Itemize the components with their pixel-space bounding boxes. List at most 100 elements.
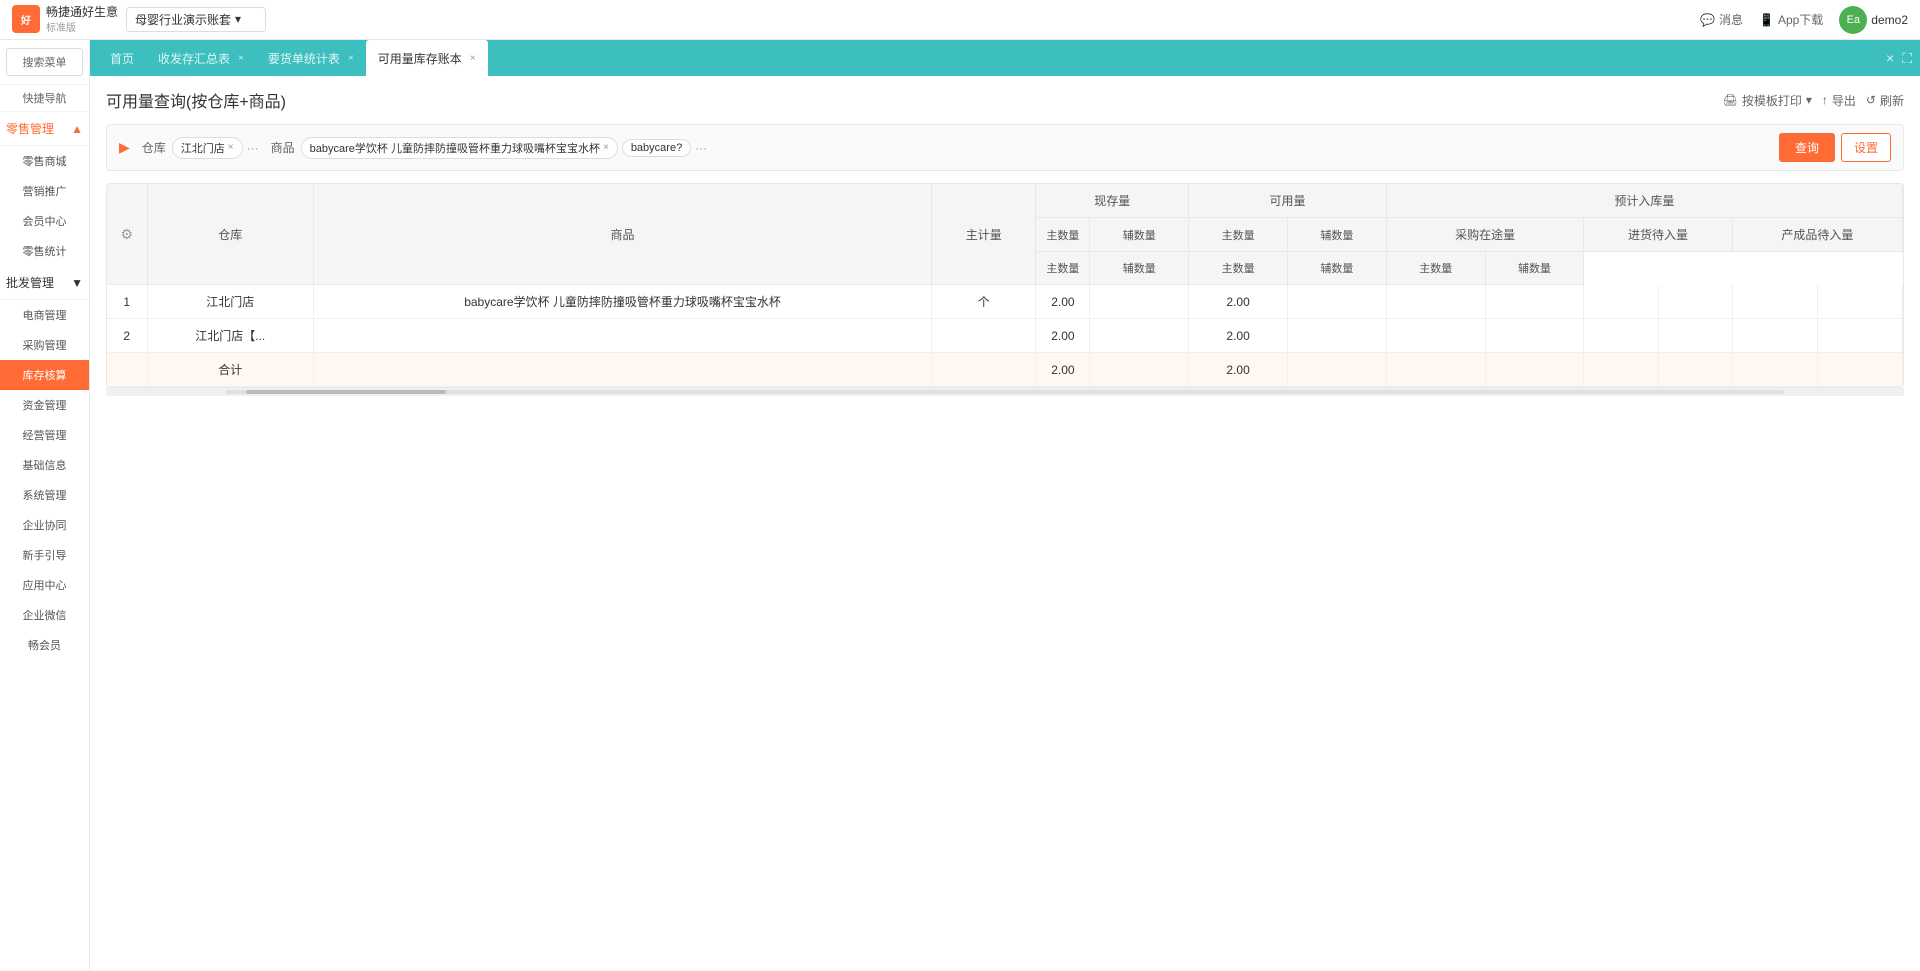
th-stock-main: 主数量: [1036, 218, 1090, 252]
horizontal-scrollbar[interactable]: [106, 388, 1904, 396]
tab-home[interactable]: 首页: [98, 40, 146, 76]
avatar: Ea: [1839, 6, 1867, 34]
warehouse-tag-close[interactable]: ×: [228, 142, 234, 153]
sidebar-item-finance[interactable]: 资金管理: [0, 390, 89, 420]
tab-fullscreen-icon[interactable]: ⛶: [1902, 50, 1912, 67]
warehouse-tag-text: 江北门店: [181, 140, 225, 156]
wholesale-arrow: ▼: [71, 276, 83, 290]
product-tags: babycare学饮杯 儿童防摔防撞吸管杯重力球吸嘴杯宝宝水杯 × babyca…: [301, 137, 708, 159]
template-print-btn[interactable]: 🖨 按模板打印 ▾: [1723, 92, 1812, 109]
message-btn[interactable]: 💬 消息: [1700, 11, 1743, 28]
tab-order-stats[interactable]: 要货单统计表 ×: [256, 40, 366, 76]
product-tag-babycare2: babycare?: [622, 139, 691, 157]
app-download-btn[interactable]: 📱 App下载: [1759, 11, 1823, 28]
tab-receive-pay[interactable]: 收发存汇总表 ×: [146, 40, 256, 76]
row2-prod-main: [1732, 319, 1817, 353]
row1-pur-aux: [1485, 285, 1584, 319]
export-label: 导出: [1832, 92, 1856, 109]
footer-inc-main: [1584, 353, 1658, 387]
th-product: 商品: [314, 184, 932, 285]
sidebar-quick-nav[interactable]: 快捷导航: [0, 85, 89, 112]
tab-bar: 首页 收发存汇总表 × 要货单统计表 × 可用量库存账本 × × ⛶: [90, 40, 1920, 76]
filter-expand-btn[interactable]: ▶: [119, 139, 130, 156]
tab-close-all-icon[interactable]: ×: [1886, 50, 1894, 66]
row2-prod-aux: [1817, 319, 1902, 353]
sidebar-item-ecommerce[interactable]: 电商管理: [0, 300, 89, 330]
sidebar-item-enterprise[interactable]: 企业协同: [0, 510, 89, 540]
tab-receive-pay-close[interactable]: ×: [238, 53, 244, 64]
top-bar-left: 好 畅捷通好生意 标准版 母婴行业演示账套 ▾: [12, 5, 266, 34]
search-menu-btn[interactable]: 搜索菜单: [6, 48, 83, 76]
footer-empty-1: [107, 353, 147, 387]
setting-button[interactable]: 设置: [1841, 133, 1891, 162]
logo-icon: 好: [12, 5, 40, 33]
download-icon: 📱: [1759, 13, 1774, 27]
row2-warehouse: 江北门店【...: [147, 319, 314, 353]
th-incoming-aux: 辅数量: [1288, 252, 1387, 285]
sidebar-item-basic[interactable]: 基础信息: [0, 450, 89, 480]
top-bar-right: 💬 消息 📱 App下载 Ea demo2: [1700, 6, 1908, 34]
tab-available-inventory-close[interactable]: ×: [470, 53, 476, 64]
sidebar-item-inventory[interactable]: 库存核算: [0, 360, 89, 390]
refresh-btn[interactable]: ↺ 刷新: [1866, 92, 1904, 109]
row1-inc-aux: [1658, 285, 1732, 319]
sidebar-item-retail-stats[interactable]: 零售统计: [0, 236, 89, 266]
sidebar-group-wholesale-header[interactable]: 批发管理 ▼: [0, 266, 89, 299]
row1-product: babycare学饮杯 儿童防摔防撞吸管杯重力球吸嘴杯宝宝水杯: [314, 285, 932, 319]
sidebar-item-member[interactable]: 会员中心: [0, 206, 89, 236]
scrollbar-thumb[interactable]: [246, 390, 446, 394]
table-row: 1 江北门店 babycare学饮杯 儿童防摔防撞吸管杯重力球吸嘴杯宝宝水杯 个…: [107, 285, 1903, 319]
template-arrow: ▾: [1806, 93, 1812, 107]
sidebar-item-appstore[interactable]: 应用中心: [0, 570, 89, 600]
table-row: 2 江北门店【... 2.00 2.00: [107, 319, 1903, 353]
logo-subtitle: 标准版: [46, 19, 118, 34]
query-button[interactable]: 查询: [1779, 133, 1835, 162]
th-incoming-main: 主数量: [1189, 252, 1288, 285]
th-available: 可用量: [1189, 184, 1387, 218]
export-icon: ↑: [1822, 93, 1828, 107]
th-pur-transit-aux: 辅数量: [1090, 252, 1189, 285]
logo: 好 畅捷通好生意 标准版: [12, 5, 118, 34]
export-btn[interactable]: ↑ 导出: [1822, 92, 1856, 109]
tab-order-stats-close[interactable]: ×: [348, 53, 354, 64]
product-tag-close-1[interactable]: ×: [603, 142, 609, 153]
sidebar-group-wholesale: 批发管理 ▼: [0, 266, 89, 300]
product-filter-group: 商品 babycare学饮杯 儿童防摔防撞吸管杯重力球吸嘴杯宝宝水杯 × bab…: [271, 137, 708, 159]
sidebar-item-operation[interactable]: 经营管理: [0, 420, 89, 450]
row2-pur-aux: [1485, 319, 1584, 353]
sidebar-group-retail-header[interactable]: 零售管理 ▲: [0, 112, 89, 145]
avatar-text: Ea: [1847, 14, 1860, 26]
row1-stock-aux: [1090, 285, 1189, 319]
th-avail-main: 主数量: [1189, 218, 1288, 252]
warehouse-dots[interactable]: ···: [247, 141, 259, 155]
footer-stock-main: 2.00: [1036, 353, 1090, 387]
row2-inc-aux: [1658, 319, 1732, 353]
expand-icon: ▲: [71, 122, 83, 136]
sidebar: 搜索菜单 快捷导航 零售管理 ▲ 零售商城 营销推广 会员中心 零售统计 批发管…: [0, 40, 90, 971]
sidebar-item-system[interactable]: 系统管理: [0, 480, 89, 510]
footer-inc-aux: [1658, 353, 1732, 387]
product-tag-text-2: babycare?: [631, 142, 682, 154]
filter-actions: 查询 设置: [1779, 133, 1891, 162]
sidebar-item-wechat[interactable]: 企业微信: [0, 600, 89, 630]
row2-avail-aux: [1288, 319, 1387, 353]
top-bar: 好 畅捷通好生意 标准版 母婴行业演示账套 ▾ 💬 消息 📱 App下载 Ea …: [0, 0, 1920, 40]
product-dots[interactable]: ···: [695, 141, 707, 155]
user-profile[interactable]: Ea demo2: [1839, 6, 1908, 34]
row2-unit: [932, 319, 1036, 353]
tab-available-inventory[interactable]: 可用量库存账本 ×: [366, 40, 488, 76]
sidebar-item-purchase[interactable]: 采购管理: [0, 330, 89, 360]
product-tag-text: babycare学饮杯 儿童防摔防撞吸管杯重力球吸嘴杯宝宝水杯: [310, 140, 600, 156]
gear-icon[interactable]: ⚙: [120, 226, 133, 242]
row2-pur-main: [1386, 319, 1485, 353]
footer-pur-aux: [1485, 353, 1584, 387]
sidebar-item-member2[interactable]: 畅会员: [0, 630, 89, 660]
sidebar-item-newbie[interactable]: 新手引导: [0, 540, 89, 570]
th-pur-transit: 采购在途量: [1386, 218, 1584, 252]
sidebar-item-retail-mall[interactable]: 零售商城: [0, 146, 89, 176]
th-incoming: 进货待入量: [1584, 218, 1732, 252]
sidebar-item-marketing[interactable]: 营销推广: [0, 176, 89, 206]
th-gear: ⚙: [107, 184, 147, 285]
industry-selector[interactable]: 母婴行业演示账套 ▾: [126, 7, 266, 32]
product-filter-label: 商品: [271, 139, 295, 156]
